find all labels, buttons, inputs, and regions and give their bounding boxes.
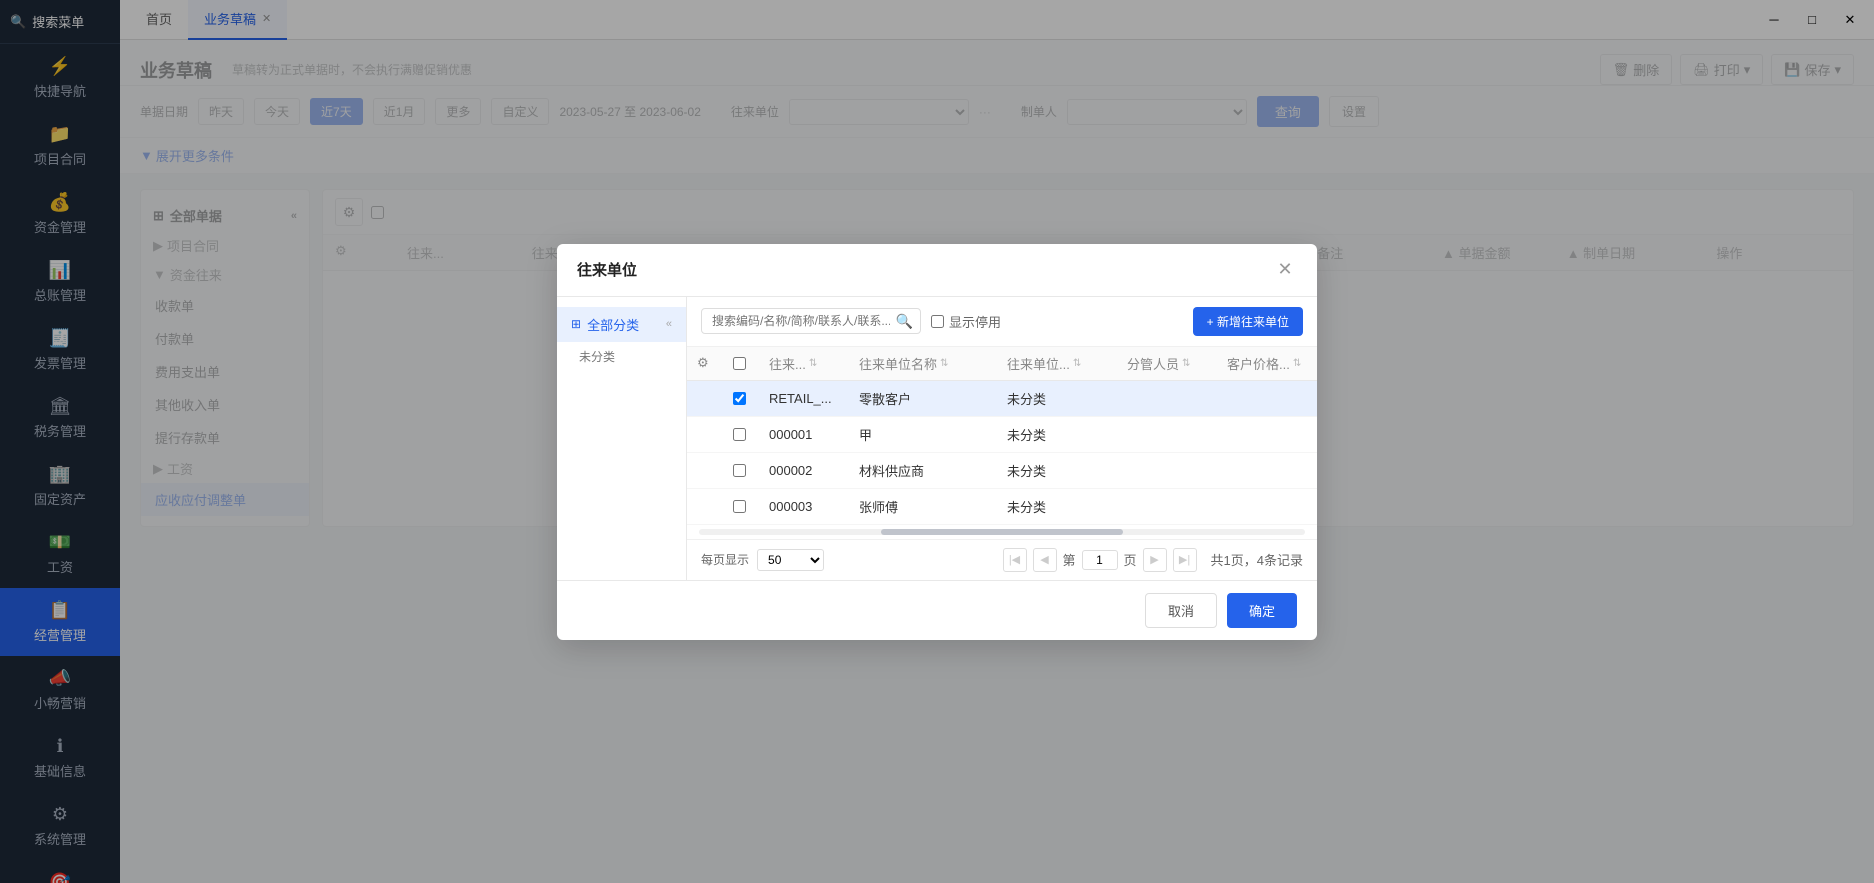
dth-price: 客户价格... ⇅ [1217, 354, 1317, 373]
row-settings-cell [687, 425, 723, 444]
confirm-button[interactable]: 确定 [1227, 593, 1297, 628]
dialog-header: 往来单位 ✕ [557, 244, 1317, 297]
row-price-cell [1217, 497, 1317, 516]
row-name-cell: 张师傅 [849, 497, 997, 516]
dth-code: 往来... ⇅ [759, 354, 849, 373]
dialog-main: 🔍 显示停用 + 新增往来单位 ⚙ 往来... ⇅ 往来单位名称 [687, 297, 1317, 580]
row-settings-cell [687, 497, 723, 516]
row-settings-cell [687, 461, 723, 480]
scrollbar-track [699, 529, 1305, 535]
search-wrap: 🔍 [701, 308, 921, 334]
row-manager-cell [1117, 461, 1217, 480]
row-manager-cell [1117, 497, 1217, 516]
row-checkbox-cell[interactable] [723, 425, 759, 444]
show-disabled-label[interactable]: 显示停用 [931, 312, 1001, 331]
row-checkbox-cell[interactable] [723, 461, 759, 480]
dth-name: 往来单位名称 ⇅ [849, 354, 997, 373]
grid-icon: ⊞ [571, 317, 581, 331]
row-manager-cell [1117, 425, 1217, 444]
dialog-sidebar: ⊞ 全部分类 « 未分类 [557, 297, 687, 580]
page-label: 第 [1063, 550, 1076, 569]
prev-page-btn[interactable]: ◀ [1033, 548, 1057, 572]
dth-settings: ⚙ [687, 354, 723, 373]
table-row[interactable]: 000002 材料供应商 未分类 [687, 453, 1317, 489]
row-category-cell: 未分类 [997, 425, 1117, 444]
row-category-cell: 未分类 [997, 497, 1117, 516]
dialog-search-input[interactable] [701, 308, 921, 334]
dialog-sidebar-all[interactable]: ⊞ 全部分类 « [557, 307, 686, 342]
row-price-cell [1217, 461, 1317, 480]
next-page-btn[interactable]: ▶ [1143, 548, 1167, 572]
row-checkbox[interactable] [733, 392, 746, 405]
row-manager-cell [1117, 389, 1217, 408]
per-page-select[interactable]: 50 100 [757, 549, 824, 571]
dialog-body: ⊞ 全部分类 « 未分类 🔍 显示停用 [557, 297, 1317, 580]
dth-manager: 分管人员 ⇅ [1117, 354, 1217, 373]
page-nav: |◀ ◀ 第 页 ▶ ▶| 共1页，4条记录 [1003, 548, 1304, 572]
dth-checkbox [723, 354, 759, 373]
show-disabled-text: 显示停用 [949, 312, 1001, 331]
table-row[interactable]: 000001 甲 未分类 [687, 417, 1317, 453]
dialog-pagination: 每页显示 50 100 |◀ ◀ 第 页 ▶ ▶| 共1页，4条记录 [687, 539, 1317, 580]
row-code-cell: 000003 [759, 497, 849, 516]
dialog-table: ⚙ 往来... ⇅ 往来单位名称 ⇅ 往来单位... ⇅ 分管人员 ⇅ 客户价格… [687, 347, 1317, 525]
dialog-table-header: ⚙ 往来... ⇅ 往来单位名称 ⇅ 往来单位... ⇅ 分管人员 ⇅ 客户价格… [687, 347, 1317, 381]
scrollbar-thumb[interactable] [881, 529, 1123, 535]
counterparty-dialog: 往来单位 ✕ ⊞ 全部分类 « 未分类 🔍 [557, 244, 1317, 640]
row-price-cell [1217, 389, 1317, 408]
last-page-btn[interactable]: ▶| [1173, 548, 1197, 572]
row-category-cell: 未分类 [997, 461, 1117, 480]
total-label: 共1页，4条记录 [1211, 550, 1303, 569]
row-checkbox[interactable] [733, 464, 746, 477]
dialog-select-all[interactable] [733, 357, 746, 370]
row-name-cell: 零散客户 [849, 389, 997, 408]
dialog-actions: 取消 确定 [557, 580, 1317, 640]
first-page-btn[interactable]: |◀ [1003, 548, 1027, 572]
row-code-cell: RETAIL_... [759, 389, 849, 408]
row-name-cell: 材料供应商 [849, 461, 997, 480]
row-category-cell: 未分类 [997, 389, 1117, 408]
dialog-sidebar-all-label: 全部分类 [587, 315, 639, 334]
row-code-cell: 000001 [759, 425, 849, 444]
dialog-title: 往来单位 [577, 259, 637, 280]
table-row[interactable]: 000003 张师傅 未分类 [687, 489, 1317, 525]
dialog-overlay: 往来单位 ✕ ⊞ 全部分类 « 未分类 🔍 [0, 0, 1874, 883]
row-name-cell: 甲 [849, 425, 997, 444]
dialog-search-bar: 🔍 显示停用 + 新增往来单位 [687, 297, 1317, 347]
dialog-sidebar-uncat[interactable]: 未分类 [557, 342, 686, 371]
show-disabled-checkbox[interactable] [931, 315, 944, 328]
cancel-button[interactable]: 取消 [1145, 593, 1217, 628]
row-code-cell: 000002 [759, 461, 849, 480]
row-checkbox-cell[interactable] [723, 497, 759, 516]
page-input[interactable] [1082, 550, 1118, 570]
dialog-close-btn[interactable]: ✕ [1273, 258, 1297, 282]
table-row[interactable]: RETAIL_... 零散客户 未分类 [687, 381, 1317, 417]
row-price-cell [1217, 425, 1317, 444]
add-counterparty-btn[interactable]: + 新增往来单位 [1193, 307, 1303, 336]
collapse-sidebar-icon[interactable]: « [666, 318, 672, 330]
row-checkbox[interactable] [733, 500, 746, 513]
dth-category: 往来单位... ⇅ [997, 354, 1117, 373]
horizontal-scrollbar[interactable] [687, 525, 1317, 539]
row-settings-cell [687, 389, 723, 408]
search-icon: 🔍 [896, 313, 913, 330]
row-checkbox[interactable] [733, 428, 746, 441]
per-page-label: 每页显示 [701, 551, 749, 568]
page-unit-label: 页 [1124, 550, 1137, 569]
row-checkbox-cell[interactable] [723, 389, 759, 408]
